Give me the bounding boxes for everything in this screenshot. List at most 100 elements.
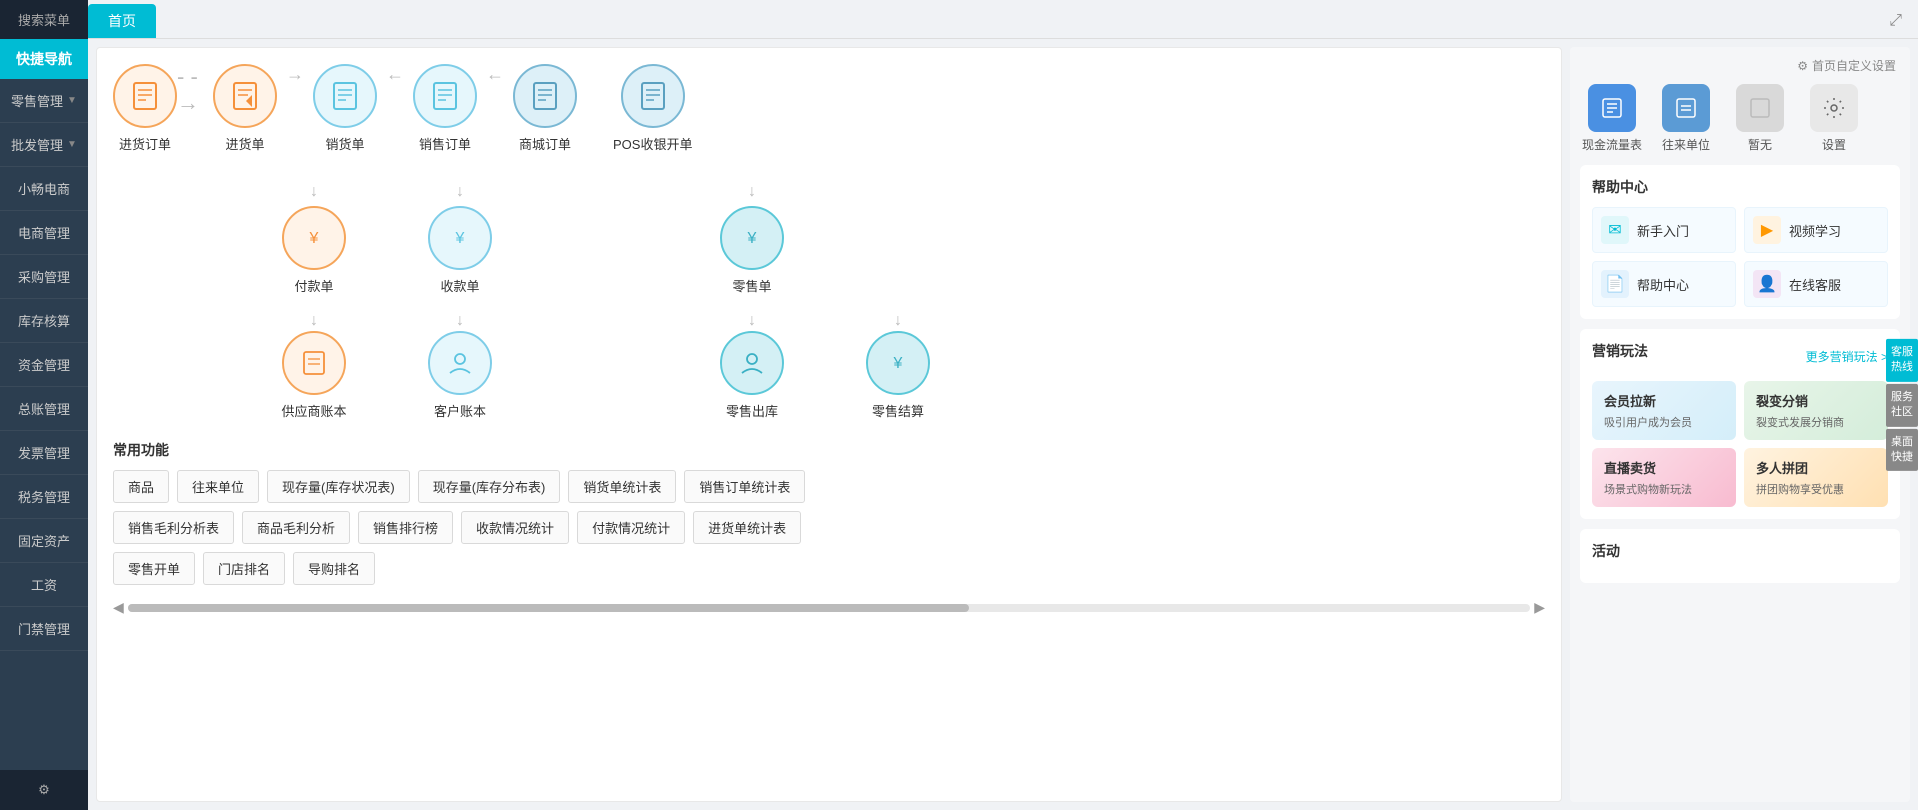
marketing-item-fission[interactable]: 裂变分销 裂变式发展分销商 xyxy=(1744,381,1888,440)
activity-title: 活动 xyxy=(1592,541,1888,561)
flow-node-purchase-bill[interactable]: 进货单 xyxy=(213,64,277,153)
partners-icon xyxy=(1662,84,1710,132)
sidebar-item-inventory[interactable]: 库存核算 xyxy=(0,299,88,343)
scroll-left-btn[interactable]: ◀ xyxy=(113,599,124,616)
func-btn-goods-margin[interactable]: 商品毛利分析 xyxy=(242,511,350,544)
scroll-right-btn[interactable]: ▶ xyxy=(1534,599,1545,616)
tab-home[interactable]: 首页 xyxy=(88,4,156,38)
sales-bill-icon xyxy=(313,64,377,128)
purchase-bill-icon xyxy=(213,64,277,128)
func-btn-inventory-status[interactable]: 现存量(库存状况表) xyxy=(267,470,410,503)
func-btn-purchase-stat[interactable]: 进货单统计表 xyxy=(693,511,801,544)
sidebar: 搜索菜单 快捷导航 零售管理 ▼ 批发管理 ▼ 小畅电商 电商管理 采购管理 库… xyxy=(0,0,88,810)
svg-text:¥: ¥ xyxy=(893,355,903,372)
marketing-header: 营销玩法 更多营销玩法 > xyxy=(1592,341,1888,371)
scroll-track[interactable] xyxy=(128,604,1530,612)
customer-ledger-icon[interactable] xyxy=(428,331,492,395)
activity-section: 活动 xyxy=(1580,529,1900,583)
func-btn-sales-ranking[interactable]: 销售排行榜 xyxy=(358,511,453,544)
marketing-item-member[interactable]: 会员拉新 吸引用户成为会员 xyxy=(1592,381,1736,440)
help-item-helpcenter[interactable]: 📄 帮助中心 xyxy=(1592,261,1736,307)
func-btn-payment-stat[interactable]: 付款情况统计 xyxy=(577,511,685,544)
marketing-item-live[interactable]: 直播卖货 场景式购物新玩法 xyxy=(1592,448,1736,507)
mall-order-icon xyxy=(513,64,577,128)
beginner-icon: ✉ xyxy=(1601,216,1629,244)
quick-icon-partners[interactable]: 往来单位 xyxy=(1654,84,1718,153)
sales-order-icon xyxy=(413,64,477,128)
func-btn-partners[interactable]: 往来单位 xyxy=(177,470,259,503)
func-btn-sales-order-stat[interactable]: 销售订单统计表 xyxy=(684,470,805,503)
floating-buttons: 客服热线 服务社区 桌面快捷 xyxy=(1886,339,1918,471)
sidebar-search[interactable]: 搜索菜单 xyxy=(0,0,88,39)
maximize-button[interactable]: ⤢ xyxy=(1879,6,1912,36)
common-functions: 常用功能 商品 往来单位 现存量(库存状况表) 现存量(库存分布表) 销货单统计… xyxy=(113,440,1545,585)
svg-text:¥: ¥ xyxy=(747,230,757,247)
help-item-online-support[interactable]: 👤 在线客服 xyxy=(1744,261,1888,307)
marketing-grid: 会员拉新 吸引用户成为会员 裂变分销 裂变式发展分销商 直播卖货 场景式购物新玩… xyxy=(1592,381,1888,507)
payment-icon[interactable]: ¥ xyxy=(282,206,346,270)
help-item-beginner[interactable]: ✉ 新手入门 xyxy=(1592,207,1736,253)
func-buttons-row2: 销售毛利分析表 商品毛利分析 销售排行榜 收款情况统计 付款情况统计 进货单统计… xyxy=(113,511,1545,544)
func-btn-gross-profit[interactable]: 销售毛利分析表 xyxy=(113,511,234,544)
sidebar-item-access[interactable]: 门禁管理 xyxy=(0,607,88,651)
svg-text:¥: ¥ xyxy=(455,230,465,247)
float-btn-service[interactable]: 客服热线 xyxy=(1886,339,1918,382)
homepage-settings-link[interactable]: ⚙ 首页自定义设置 xyxy=(1797,57,1896,74)
right-panel: ⚙ 首页自定义设置 现金流量表 往来单位 xyxy=(1570,47,1910,802)
func-btn-store-rank[interactable]: 门店排名 xyxy=(203,552,285,585)
func-btn-receipt-stat[interactable]: 收款情况统计 xyxy=(461,511,569,544)
sidebar-item-payroll[interactable]: 工资 xyxy=(0,563,88,607)
func-btn-guide-rank[interactable]: 导购排名 xyxy=(293,552,375,585)
quick-icon-cashflow[interactable]: 现金流量表 xyxy=(1580,84,1644,153)
content-area: 进货订单 - - → 进货单 → xyxy=(88,39,1918,810)
marketing-item-group[interactable]: 多人拼团 拼团购物享受优惠 xyxy=(1744,448,1888,507)
sidebar-nav-active[interactable]: 快捷导航 xyxy=(0,39,88,79)
gear-icon: ⚙ xyxy=(1797,59,1808,73)
float-btn-community[interactable]: 服务社区 xyxy=(1886,384,1918,427)
flow-diagram: 进货订单 - - → 进货单 → xyxy=(113,64,1545,420)
flow-node-pos[interactable]: POS收银开单 xyxy=(613,64,692,153)
sidebar-item-ecommerce-xiao[interactable]: 小畅电商 xyxy=(0,167,88,211)
sidebar-item-wholesale[interactable]: 批发管理 ▼ xyxy=(0,123,88,167)
quick-icon-none[interactable]: 暂无 xyxy=(1728,84,1792,153)
float-btn-desktop[interactable]: 桌面快捷 xyxy=(1886,428,1918,471)
func-btn-retail-order[interactable]: 零售开单 xyxy=(113,552,195,585)
helpcenter-icon: 📄 xyxy=(1601,270,1629,298)
sidebar-item-finance[interactable]: 资金管理 xyxy=(0,343,88,387)
marketing-section: 营销玩法 更多营销玩法 > 会员拉新 吸引用户成为会员 裂变分销 裂变式发展分销… xyxy=(1580,329,1900,519)
chevron-down-icon: ▼ xyxy=(67,95,77,106)
flow-node-purchase-order[interactable]: 进货订单 xyxy=(113,64,177,153)
help-section: 帮助中心 ✉ 新手入门 ▶ 视频学习 📄 帮助中心 👤 xyxy=(1580,165,1900,319)
func-btn-sales-stat[interactable]: 销货单统计表 xyxy=(568,470,676,503)
receipt-icon[interactable]: ¥ xyxy=(428,206,492,270)
func-btn-inventory-dist[interactable]: 现存量(库存分布表) xyxy=(418,470,561,503)
quick-icon-settings[interactable]: 设置 xyxy=(1802,84,1866,153)
purchase-order-icon xyxy=(113,64,177,128)
quick-icons: 现金流量表 往来单位 暂无 xyxy=(1580,84,1900,153)
flow-node-mall-order[interactable]: 商城订单 xyxy=(513,64,577,153)
settings-icon xyxy=(1810,84,1858,132)
help-item-video[interactable]: ▶ 视频学习 xyxy=(1744,207,1888,253)
func-buttons-row3: 零售开单 门店排名 导购排名 xyxy=(113,552,1545,585)
retail-bill-icon[interactable]: ¥ xyxy=(720,206,784,270)
sidebar-item-retail[interactable]: 零售管理 ▼ xyxy=(0,79,88,123)
func-btn-goods[interactable]: 商品 xyxy=(113,470,169,503)
arrow-right-1: - - → xyxy=(177,64,213,162)
supplier-ledger-icon[interactable] xyxy=(282,331,346,395)
help-center-title: 帮助中心 xyxy=(1592,177,1888,197)
sidebar-item-general-ledger[interactable]: 总账管理 xyxy=(0,387,88,431)
cashflow-icon xyxy=(1588,84,1636,132)
sidebar-item-invoice[interactable]: 发票管理 xyxy=(0,431,88,475)
sidebar-item-fixed-assets[interactable]: 固定资产 xyxy=(0,519,88,563)
sidebar-item-tax[interactable]: 税务管理 xyxy=(0,475,88,519)
retail-settle-icon[interactable]: ¥ xyxy=(866,331,930,395)
flow-node-sales-order[interactable]: 销售订单 xyxy=(413,64,477,153)
marketing-title: 营销玩法 xyxy=(1592,341,1648,361)
sidebar-item-ecommerce[interactable]: 电商管理 xyxy=(0,211,88,255)
more-marketing-link[interactable]: 更多营销玩法 > xyxy=(1806,348,1888,365)
sidebar-item-purchase[interactable]: 采购管理 xyxy=(0,255,88,299)
retail-outbound-icon[interactable] xyxy=(720,331,784,395)
quick-icons-header: ⚙ 首页自定义设置 xyxy=(1580,57,1900,74)
settings-button[interactable]: ⚙ xyxy=(0,770,88,810)
flow-node-sales-bill[interactable]: 销货单 xyxy=(313,64,377,153)
